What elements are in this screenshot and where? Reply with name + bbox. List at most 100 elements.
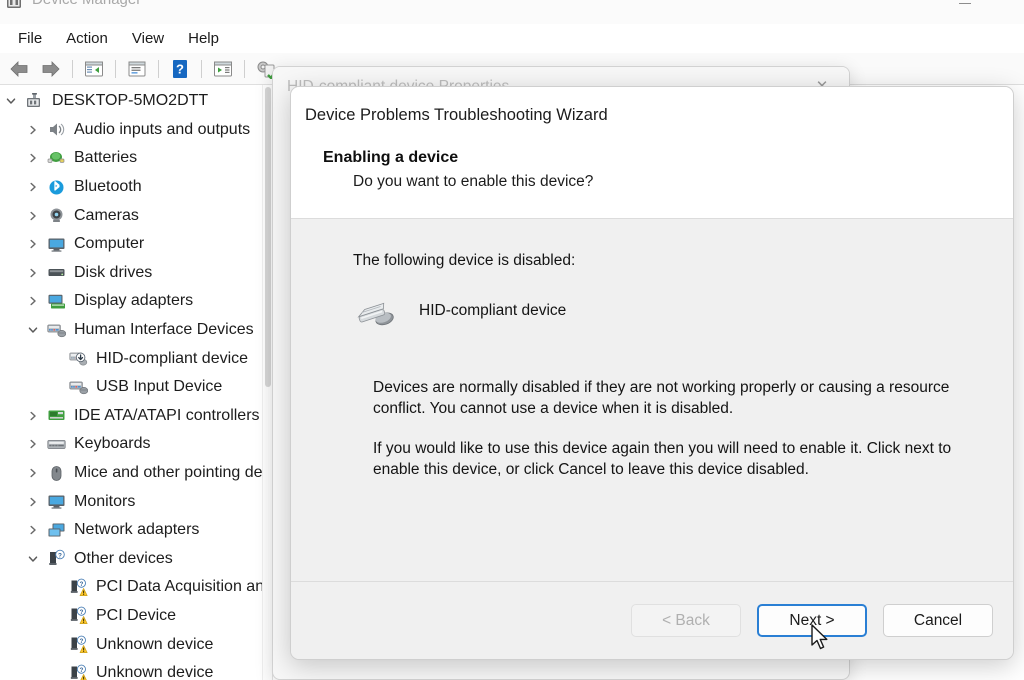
tree-item-network-adapters[interactable]: Network adapters — [0, 516, 268, 545]
tree-item-icon — [44, 492, 68, 511]
chevron-down-icon[interactable] — [22, 553, 44, 565]
tree-item-cameras[interactable]: Cameras — [0, 201, 268, 230]
next-button[interactable]: Next > — [757, 604, 867, 637]
tree-item-icon — [44, 120, 68, 139]
tree-item-pci-data-acquisition[interactable]: ? PCI Data Acquisition and Signal Process… — [0, 573, 268, 602]
wizard-title: Device Problems Troubleshooting Wizard — [305, 106, 608, 124]
device-problems-troubleshooting-wizard[interactable]: Device Problems Troubleshooting Wizard E… — [290, 86, 1014, 660]
chevron-right-icon[interactable] — [22, 267, 44, 279]
tree-item-label: Network adapters — [74, 521, 200, 539]
hid-icon — [46, 321, 66, 340]
mouse-icon — [47, 464, 66, 483]
tree-item-display-adapters[interactable]: Display adapters — [0, 287, 268, 316]
tree-item-icon — [44, 178, 68, 197]
tree-item-label: Cameras — [74, 206, 139, 224]
wizard-body: The following device is disabled: HID-co… — [291, 219, 1013, 581]
keyboard-icon — [46, 435, 66, 454]
tree-item-batteries[interactable]: Batteries — [0, 144, 268, 173]
hid-device-icon — [353, 295, 401, 335]
display-adapter-icon — [47, 292, 66, 311]
forward-arrow-icon[interactable] — [36, 56, 66, 82]
menu-file[interactable]: File — [6, 27, 54, 50]
chevron-right-icon[interactable] — [22, 210, 44, 222]
chevron-right-icon[interactable] — [22, 295, 44, 307]
tree-item-monitors[interactable]: Monitors — [0, 487, 268, 516]
disk-drive-icon — [47, 263, 66, 282]
tree-item-hid-compliant-device[interactable]: HID-compliant device — [0, 344, 268, 373]
minimize-button[interactable] — [952, 0, 978, 12]
chevron-right-icon[interactable] — [22, 410, 44, 422]
tree-item-mice-and-other-pointing-devices[interactable]: Mice and other pointing devices — [0, 459, 268, 488]
tree-item-label: HID-compliant device — [96, 349, 249, 367]
tree-item-unknown-device-2[interactable]: ? Unknown device — [0, 659, 268, 680]
wizard-paragraph-1: Devices are normally disabled if they ar… — [373, 379, 950, 417]
tree-item-label: DESKTOP-5MO2DTT — [52, 92, 209, 110]
chevron-right-icon[interactable] — [22, 238, 44, 250]
chevron-down-icon[interactable] — [0, 95, 22, 107]
tree-item-disk-drives[interactable]: Disk drives — [0, 259, 268, 288]
tree-item-label: Unknown device — [96, 635, 214, 653]
help-icon[interactable]: ? — [165, 56, 195, 82]
screen: Device Manager File Action View Help — [0, 0, 1024, 680]
show-hide-console-tree-icon[interactable] — [79, 56, 109, 82]
ide-controller-icon — [47, 406, 66, 425]
unknown-device-warning-icon: ? — [69, 578, 88, 597]
chevron-right-icon[interactable] — [22, 524, 44, 536]
tree-item-icon: ? — [66, 664, 90, 680]
separator-5 — [244, 59, 245, 78]
menu-help[interactable]: Help — [176, 27, 231, 50]
back-arrow-icon[interactable] — [4, 56, 34, 82]
tree-item-label: Disk drives — [74, 263, 153, 281]
tree-item-label: Computer — [74, 235, 145, 253]
unknown-device-warning-icon: ? — [69, 664, 88, 680]
chevron-right-icon[interactable] — [22, 467, 44, 479]
tree-item-keyboards[interactable]: Keyboards — [0, 430, 268, 459]
tree-item-pci-device[interactable]: ? PCI Device — [0, 602, 268, 631]
chevron-right-icon[interactable] — [22, 152, 44, 164]
device-tree: DESKTOP-5MO2DTT Audio inputs and outputs B… — [0, 85, 268, 680]
scrollbar-thumb[interactable] — [265, 87, 271, 387]
wizard-step-subtitle: Do you want to enable this device? — [353, 173, 594, 190]
tree-item-human-interface-devices[interactable]: Human Interface Devices — [0, 316, 268, 345]
tree-item-label: Mice and other pointing devices — [74, 464, 268, 482]
svg-text:?: ? — [79, 610, 83, 616]
hid-disabled-icon — [68, 349, 88, 368]
menu-view[interactable]: View — [120, 27, 176, 50]
tree-item-ide-ata-atapi-controllers[interactable]: IDE ATA/ATAPI controllers — [0, 402, 268, 431]
tree-item-label: Batteries — [74, 149, 138, 167]
separator-2 — [115, 59, 116, 78]
window-titlebar: Device Manager — [0, 0, 1024, 24]
tree-item-other-devices[interactable]: ? Other devices — [0, 545, 268, 574]
svg-text:?: ? — [79, 582, 83, 588]
tree-item-bluetooth[interactable]: Bluetooth — [0, 173, 268, 202]
chevron-right-icon[interactable] — [22, 438, 44, 450]
back-button[interactable]: < Back — [631, 604, 741, 637]
chevron-right-icon[interactable] — [22, 496, 44, 508]
scan-for-hardware-changes-icon[interactable] — [208, 56, 238, 82]
tree-item-desktop-5mo2dtt[interactable]: DESKTOP-5MO2DTT — [0, 87, 268, 116]
tree-item-unknown-device-1[interactable]: ? Unknown device — [0, 630, 268, 659]
cancel-button[interactable]: Cancel — [883, 604, 993, 637]
svg-text:?: ? — [176, 61, 184, 76]
tree-item-icon — [44, 435, 68, 454]
tree-item-icon — [44, 235, 68, 254]
monitor-icon — [47, 235, 66, 254]
tree-item-icon: ? — [44, 549, 68, 568]
tree-item-computer[interactable]: Computer — [0, 230, 268, 259]
tree-item-label: PCI Device — [96, 606, 177, 624]
chevron-right-icon[interactable] — [22, 181, 44, 193]
menu-action[interactable]: Action — [54, 27, 120, 50]
tree-item-usb-input-device[interactable]: USB Input Device — [0, 373, 268, 402]
tree-item-label: USB Input Device — [96, 378, 223, 396]
wizard-step-title: Enabling a device — [323, 149, 459, 166]
tree-item-label: Keyboards — [74, 435, 151, 453]
tree-item-audio-inputs-and-outputs[interactable]: Audio inputs and outputs — [0, 116, 268, 145]
chevron-down-icon[interactable] — [22, 324, 44, 336]
tree-vertical-scrollbar[interactable] — [262, 85, 272, 680]
tree-item-label: Other devices — [74, 549, 173, 567]
chevron-right-icon[interactable] — [22, 124, 44, 136]
tree-item-label: Audio inputs and outputs — [74, 120, 251, 138]
tree-item-label: PCI Data Acquisition and Signal Processi… — [96, 578, 268, 596]
properties-icon[interactable] — [122, 56, 152, 82]
tree-item-icon — [44, 263, 68, 282]
